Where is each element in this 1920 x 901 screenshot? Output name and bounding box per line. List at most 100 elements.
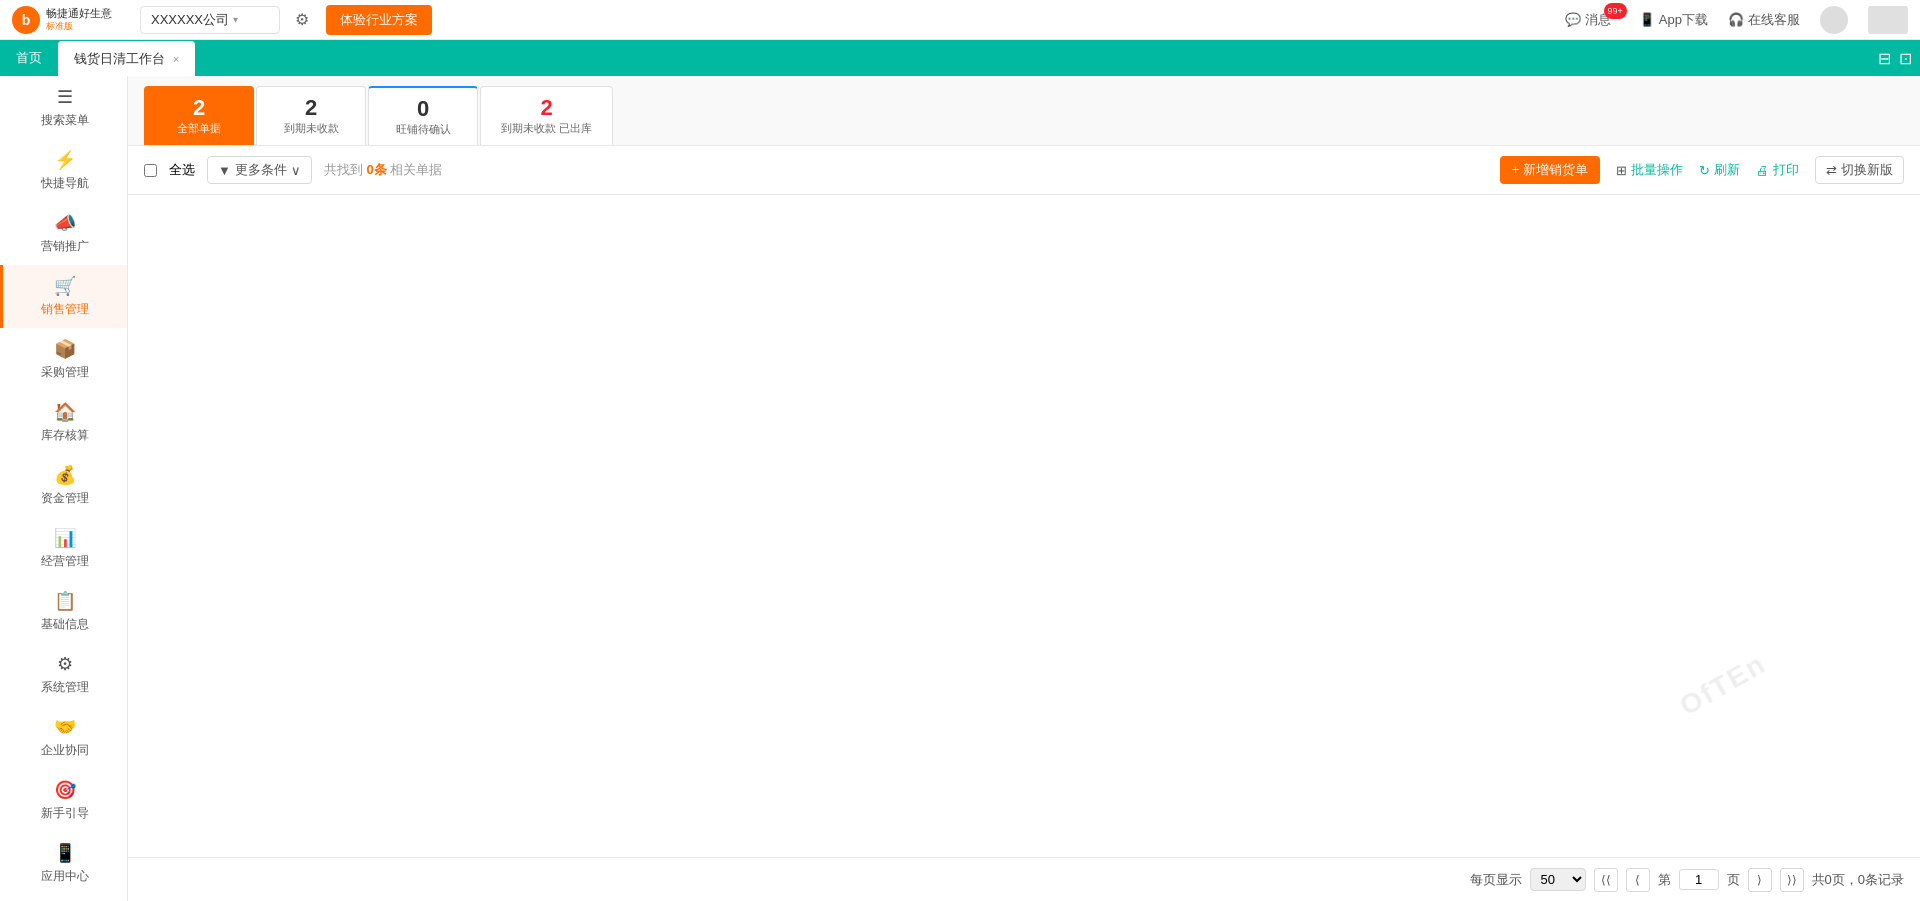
sidebar-item-6[interactable]: 💰 资金管理 [0, 454, 127, 517]
tab-close-icon[interactable]: × [173, 53, 179, 65]
sidebar-icon-5: 🏠 [54, 401, 76, 423]
trial-button[interactable]: 体验行业方案 [326, 5, 432, 35]
status-tab-label-2: 旺铺待确认 [396, 122, 451, 137]
sidebar-icon-8: 📋 [54, 590, 76, 612]
sidebar-label-0: 搜索菜单 [41, 112, 89, 129]
sidebar-item-8[interactable]: 📋 基础信息 [0, 580, 127, 643]
sidebar-item-10[interactable]: 🤝 企业协同 [0, 706, 127, 769]
batch-operation-button[interactable]: ⊞ 批量操作 [1616, 161, 1683, 179]
sidebar-icon-6: 💰 [54, 464, 76, 486]
sidebar-item-12[interactable]: 📱 应用中心 [0, 832, 127, 895]
status-tab-2[interactable]: 0 旺铺待确认 [368, 86, 478, 145]
toolbar: 全选 ▼ 更多条件 ∨ 共找到 0条 相关单据 + 新增销货单 ⊞ 批量操作 ↻ [128, 146, 1920, 195]
sidebar-icon-12: 📱 [54, 842, 76, 864]
sidebar-item-4[interactable]: 📦 采购管理 [0, 328, 127, 391]
switch-version-button[interactable]: ⇄ 切换新版 [1815, 156, 1904, 184]
app-download-button[interactable]: 📱 App下载 [1639, 11, 1708, 29]
next-page-button[interactable]: ⟩ [1748, 868, 1772, 892]
minimize-icon[interactable]: ⊟ [1878, 49, 1891, 68]
sidebar-icon-3: 🛒 [54, 275, 76, 297]
sidebar-label-9: 系统管理 [41, 679, 89, 696]
sidebar-label-6: 资金管理 [41, 490, 89, 507]
top-bar: b 畅捷通好生意 标准版 XXXXXX公司 ▾ ⚙ 体验行业方案 💬 消息 99… [0, 0, 1920, 40]
sidebar-icon-11: 🎯 [54, 779, 76, 801]
status-tab-1[interactable]: 2 到期未收款 [256, 86, 366, 145]
status-tab-3[interactable]: 2 到期未收款 已出库 [480, 86, 613, 145]
filter-label: 更多条件 [235, 161, 287, 179]
add-sales-order-button[interactable]: + 新增销货单 [1500, 156, 1600, 184]
prev-page-button[interactable]: ⟨ [1626, 868, 1650, 892]
sidebar-icon-10: 🤝 [54, 716, 76, 738]
batch-label: 批量操作 [1631, 161, 1683, 179]
chevron-icon: ∨ [291, 163, 301, 178]
company-name: XXXXXX公司 [151, 11, 229, 29]
refresh-label: 刷新 [1714, 161, 1740, 179]
avatar[interactable] [1820, 6, 1848, 34]
page-suffix: 页 [1727, 871, 1740, 889]
sidebar: ☰ 搜索菜单⚡ 快捷导航📣 营销推广🛒 销售管理📦 采购管理🏠 库存核算💰 资金… [0, 76, 128, 901]
sidebar-icon-2: 📣 [54, 212, 76, 234]
last-page-button[interactable]: ⟩⟩ [1780, 868, 1804, 892]
sidebar-item-2[interactable]: 📣 营销推广 [0, 202, 127, 265]
sidebar-item-9[interactable]: ⚙ 系统管理 [0, 643, 127, 706]
headset-icon: 🎧 [1728, 12, 1744, 27]
sidebar-icon-7: 📊 [54, 527, 76, 549]
sidebar-item-3[interactable]: 🛒 销售管理 [0, 265, 127, 328]
print-button[interactable]: 🖨 打印 [1756, 161, 1799, 179]
top-right-area: 💬 消息 99+ 📱 App下载 🎧 在线客服 [1565, 6, 1908, 34]
sidebar-item-13[interactable]: 💬 企业微信 [0, 895, 127, 901]
tab-home[interactable]: 首页 [0, 40, 58, 76]
settings-button[interactable]: ⚙ [288, 6, 316, 34]
company-selector[interactable]: XXXXXX公司 ▾ [140, 6, 280, 34]
sidebar-icon-0: ☰ [57, 86, 73, 108]
first-page-button[interactable]: ⟨⟨ [1594, 868, 1618, 892]
status-tab-num-2: 0 [417, 96, 429, 122]
found-count: 0条 [367, 162, 387, 177]
online-service-button[interactable]: 🎧 在线客服 [1728, 11, 1800, 29]
toolbar-right: + 新增销货单 ⊞ 批量操作 ↻ 刷新 🖨 打印 ⇄ 切换新版 [1500, 156, 1904, 184]
sidebar-item-0[interactable]: ☰ 搜索菜单 [0, 76, 127, 139]
print-label: 打印 [1773, 161, 1799, 179]
per-page-label: 每页显示 [1470, 871, 1522, 889]
sidebar-item-11[interactable]: 🎯 新手引导 [0, 769, 127, 832]
user-name-display [1868, 6, 1908, 34]
sidebar-label-2: 营销推广 [41, 238, 89, 255]
online-service-label: 在线客服 [1748, 11, 1800, 29]
filter-icon: ▼ [218, 163, 231, 178]
status-tab-0[interactable]: 2 全部单据 [144, 86, 254, 145]
print-icon: 🖨 [1756, 163, 1769, 178]
page-label: 第 [1658, 871, 1671, 889]
sidebar-icon-9: ⚙ [57, 653, 73, 675]
per-page-select[interactable]: 50 100 200 [1530, 868, 1586, 891]
sidebar-label-11: 新手引导 [41, 805, 89, 822]
select-all-checkbox[interactable] [144, 164, 157, 177]
switch-icon: ⇄ [1826, 163, 1837, 178]
app-download-label: App下载 [1659, 11, 1708, 29]
sidebar-item-1[interactable]: ⚡ 快捷导航 [0, 139, 127, 202]
status-tabs: 2 全部单据2 到期未收款0 旺铺待确认2 到期未收款 已出库 [128, 76, 1920, 146]
maximize-icon[interactable]: ⊡ [1899, 49, 1912, 68]
logo-tag: 标准版 [46, 20, 112, 33]
found-text: 共找到 0条 相关单据 [324, 161, 442, 179]
status-tab-label-1: 到期未收款 [284, 121, 339, 136]
sidebar-label-4: 采购管理 [41, 364, 89, 381]
status-tab-num-1: 2 [305, 95, 317, 121]
tab-label: 钱货日清工作台 [74, 50, 165, 68]
logo-name: 畅捷通好生意 [46, 6, 112, 20]
sidebar-icon-4: 📦 [54, 338, 76, 360]
status-tab-num-3: 2 [540, 95, 552, 121]
content-area: 2 全部单据2 到期未收款0 旺铺待确认2 到期未收款 已出库 全选 ▼ 更多条… [128, 76, 1920, 901]
status-tab-label-3: 到期未收款 已出库 [501, 121, 592, 136]
message-button[interactable]: 💬 消息 99+ [1565, 11, 1619, 29]
table-area [128, 195, 1920, 857]
logo-icon: b [12, 6, 40, 34]
filter-button[interactable]: ▼ 更多条件 ∨ [207, 156, 312, 184]
status-tab-num-0: 2 [193, 95, 205, 121]
sidebar-label-1: 快捷导航 [41, 175, 89, 192]
refresh-icon: ↻ [1699, 163, 1710, 178]
sidebar-item-7[interactable]: 📊 经营管理 [0, 517, 127, 580]
page-input[interactable] [1679, 869, 1719, 890]
sidebar-item-5[interactable]: 🏠 库存核算 [0, 391, 127, 454]
refresh-button[interactable]: ↻ 刷新 [1699, 161, 1740, 179]
tab-qhrc[interactable]: 钱货日清工作台 × [58, 41, 195, 77]
